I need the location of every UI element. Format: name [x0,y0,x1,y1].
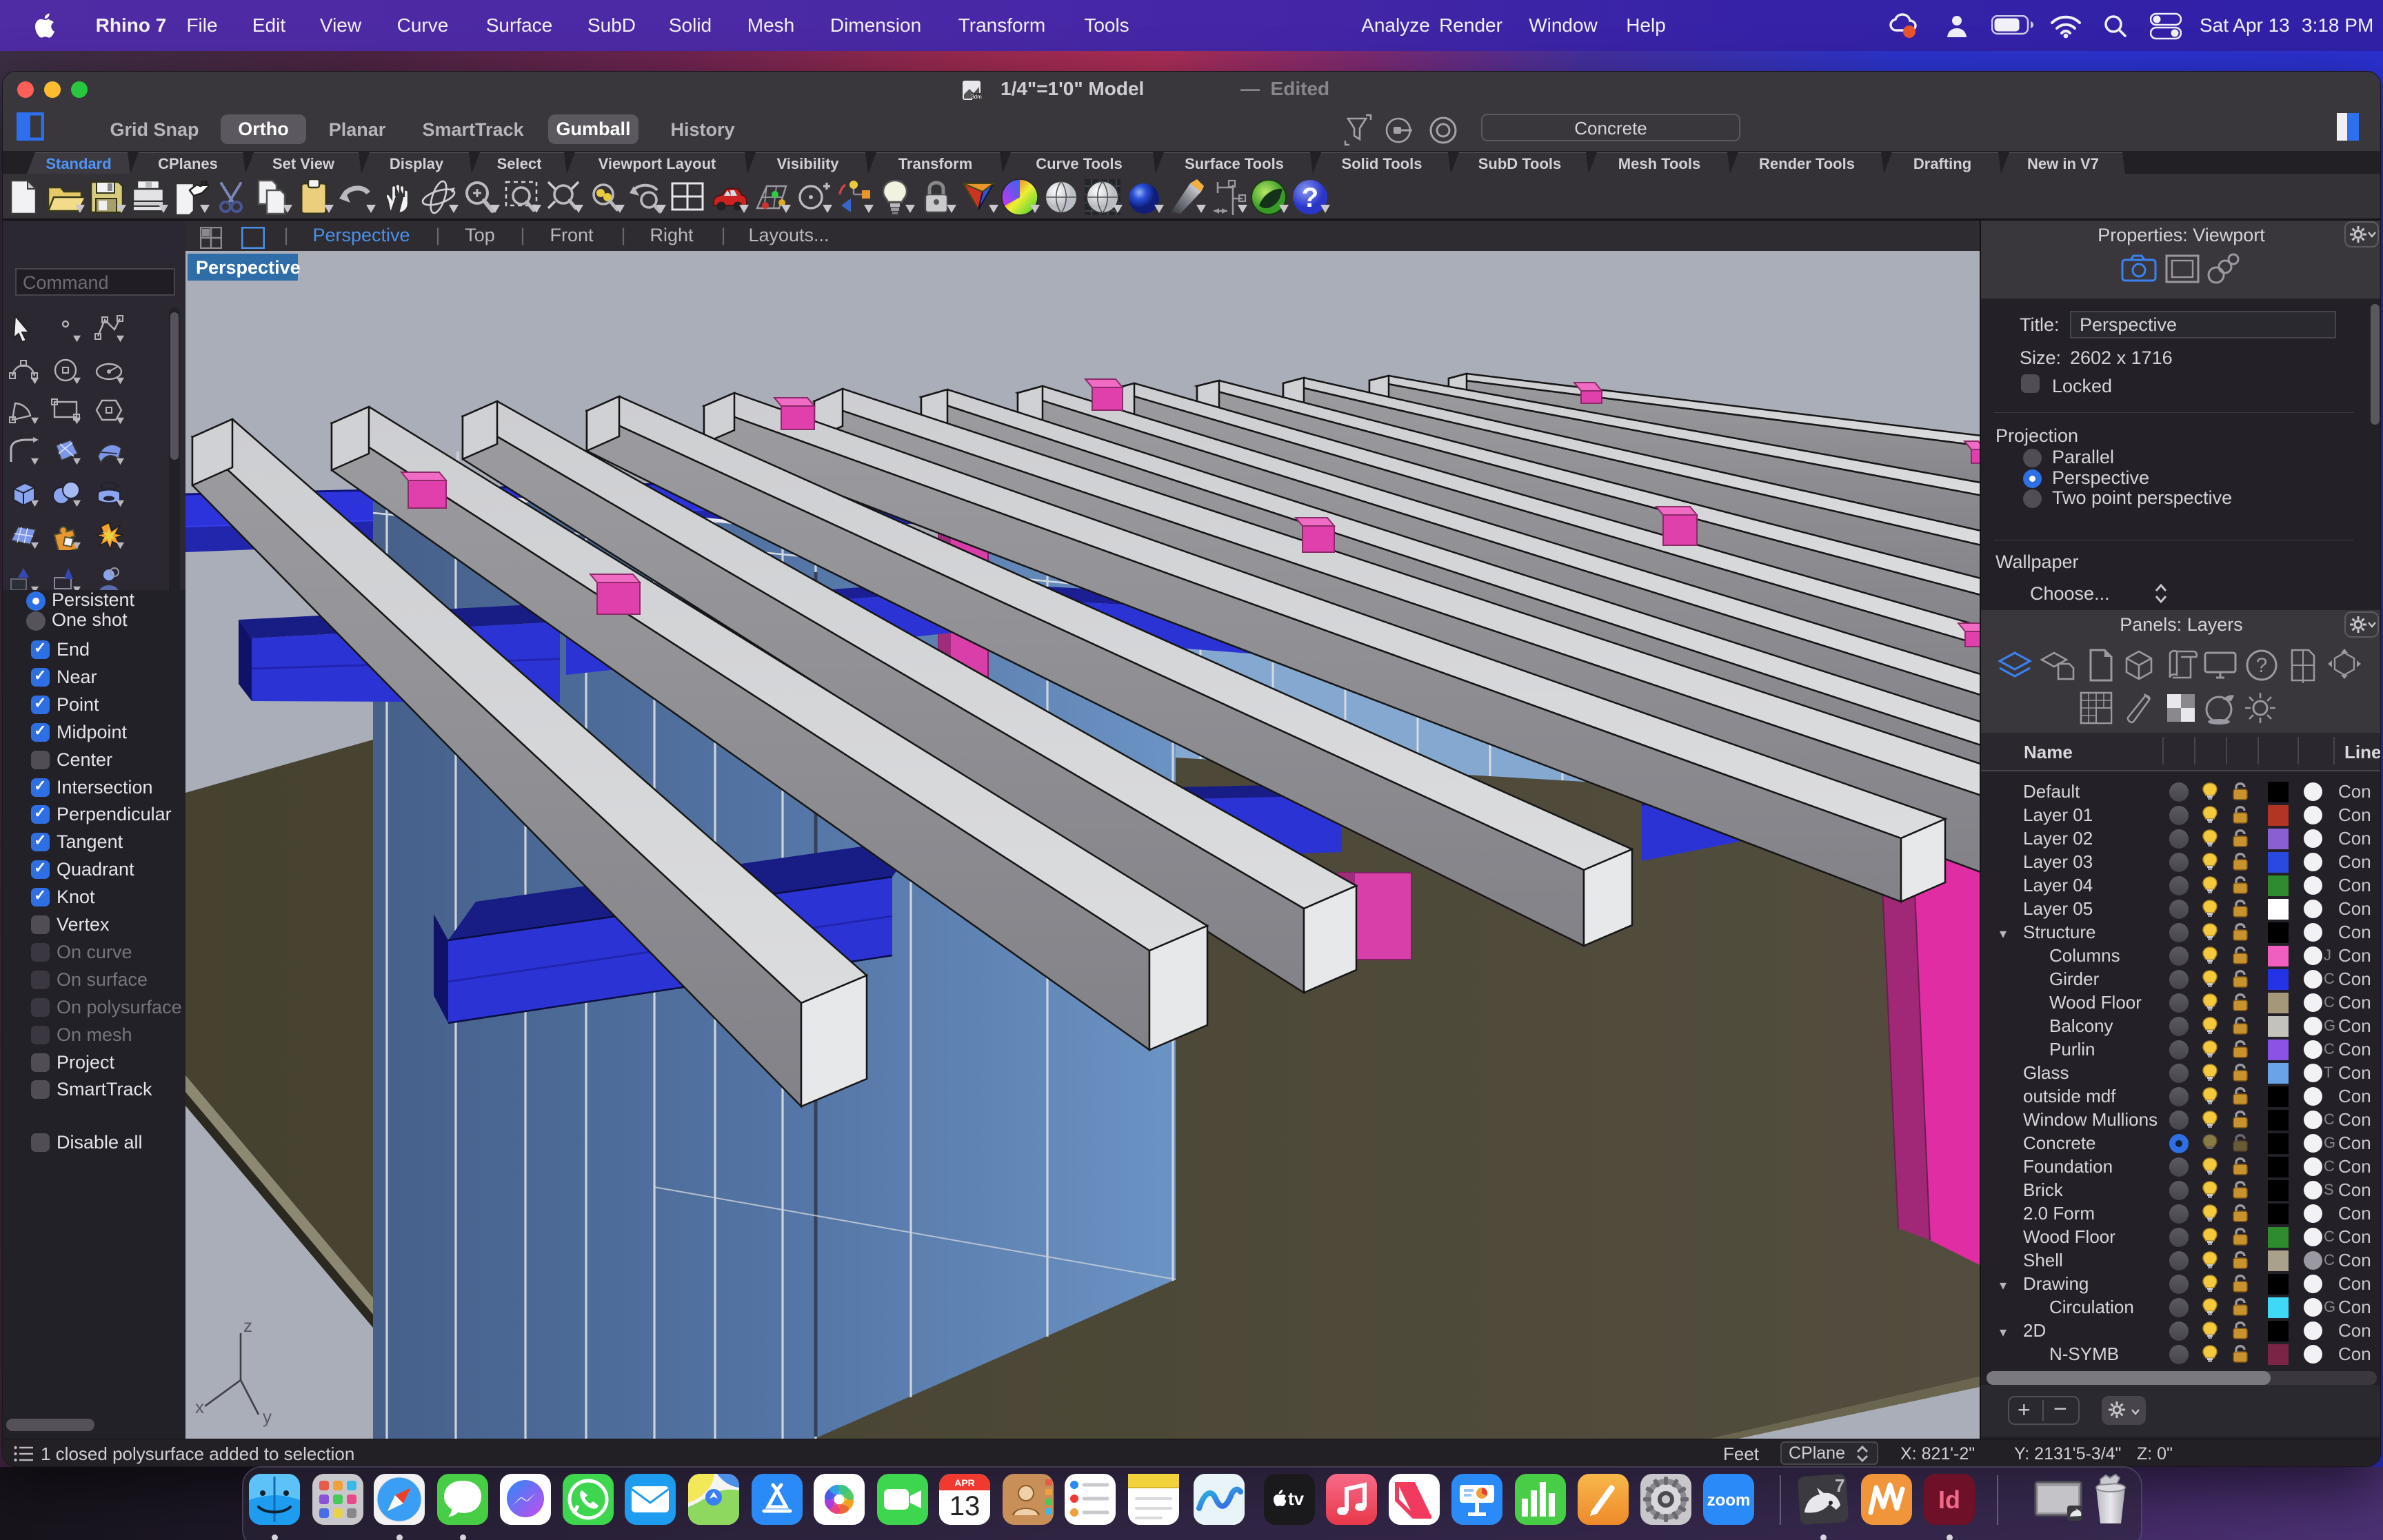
svg-text:?: ? [2256,654,2268,677]
svg-text:?: ? [1302,183,1318,213]
svg-text:tv: tv [1288,1488,1305,1509]
svg-text:7: 7 [1835,1475,1844,1496]
svg-text:Id: Id [1938,1486,1960,1514]
svg-text:Perspective: Perspective [196,257,301,278]
svg-text:zoom: zoom [1707,1491,1751,1510]
svg-text:13: 13 [949,1491,981,1521]
svg-text:y: y [263,1406,272,1427]
svg-text:x: x [195,1397,204,1417]
svg-text:APR: APR [954,1477,975,1488]
svg-text:z: z [243,1315,252,1336]
svg-text:3dm: 3dm [971,94,982,100]
